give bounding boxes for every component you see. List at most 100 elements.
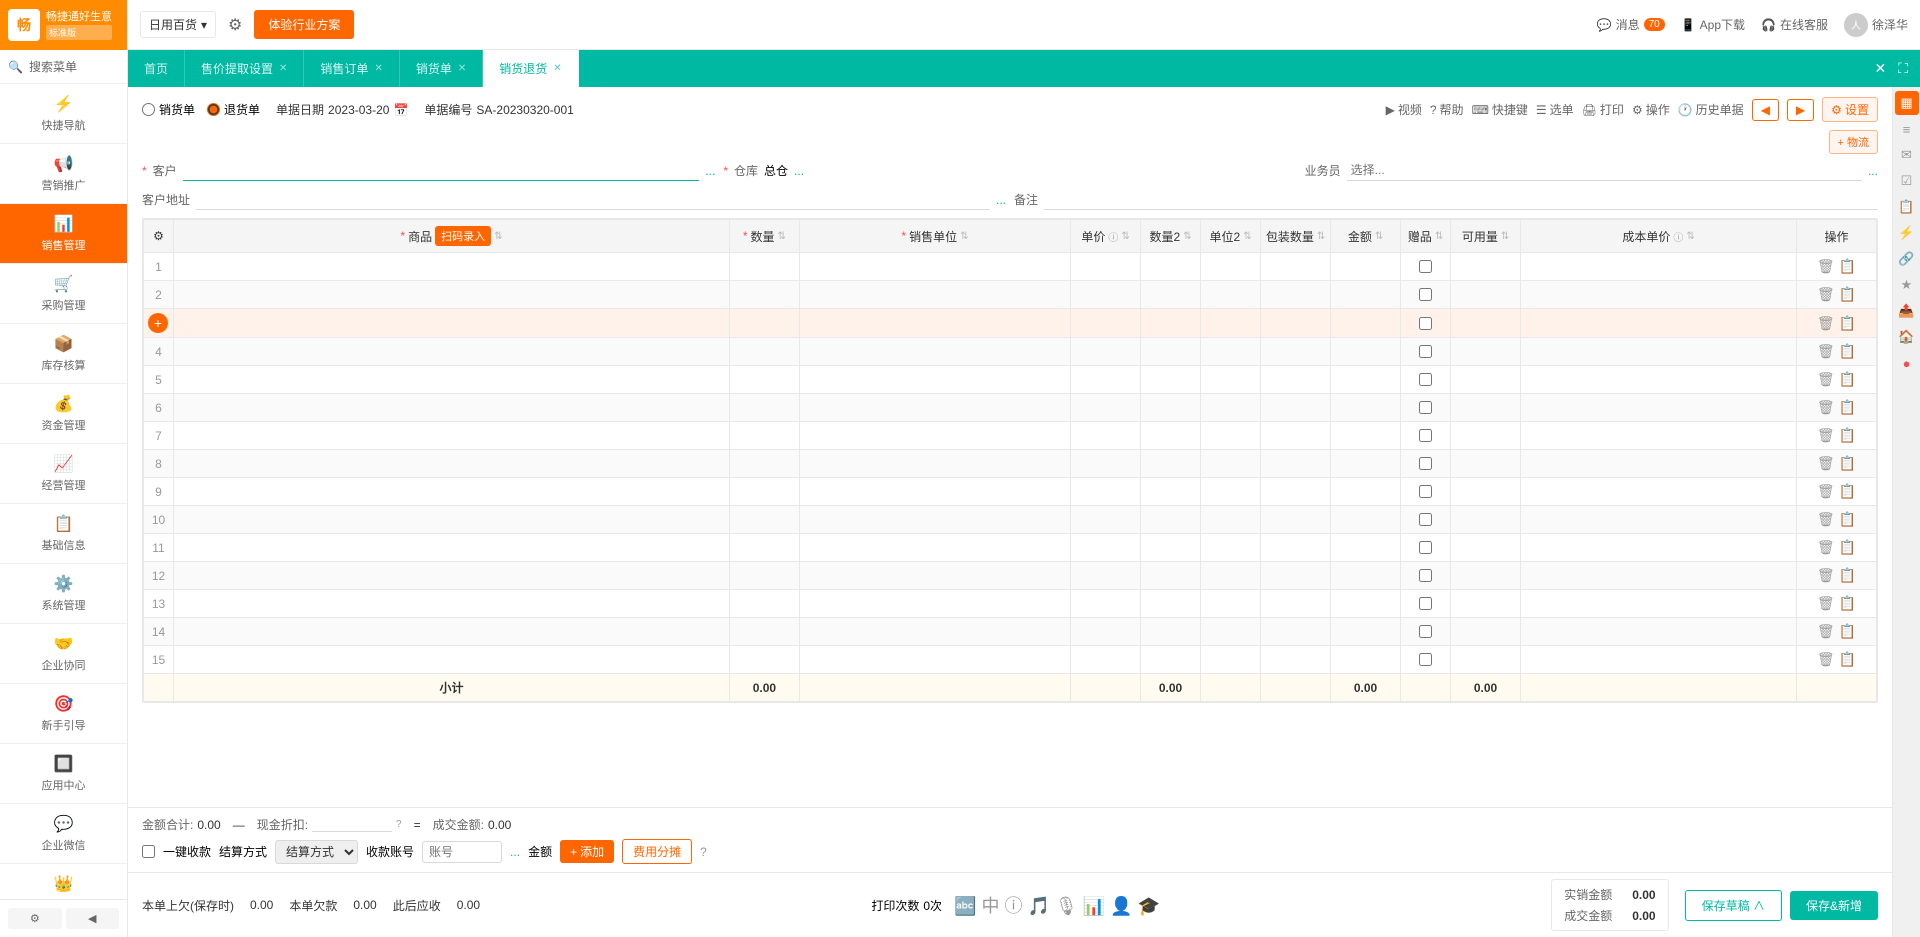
pkg-cell-active[interactable] xyxy=(1261,309,1331,338)
copy-btn-7[interactable]: 📋 xyxy=(1839,427,1856,444)
right-panel-home[interactable]: 🏠 xyxy=(1895,325,1919,349)
cost-cell-1[interactable] xyxy=(1521,253,1797,281)
delete-btn-active[interactable]: 🗑 xyxy=(1817,315,1835,332)
message-item[interactable]: 💬 消息 70 xyxy=(1597,16,1665,33)
product-cell-2[interactable] xyxy=(174,281,730,309)
radio-sale-input[interactable] xyxy=(142,103,155,116)
product-input-active[interactable] xyxy=(178,316,725,330)
right-panel-bolt[interactable]: ⚡ xyxy=(1895,221,1919,245)
sidebar-settings-btn[interactable]: ⚙ xyxy=(8,908,62,929)
app-download-item[interactable]: 📱 App下载 xyxy=(1681,16,1745,33)
radio-sale[interactable]: 销货单 xyxy=(142,101,195,118)
sidebar-item-member[interactable]: 👑 畅会员 xyxy=(0,864,127,899)
delete-btn-2[interactable]: 🗑 xyxy=(1817,286,1835,303)
right-panel-check[interactable]: ☑ xyxy=(1895,169,1919,193)
qty-cell-2[interactable] xyxy=(729,281,799,309)
radio-return-input[interactable] xyxy=(207,103,220,116)
save-draft-btn[interactable]: 保存草稿 ∧ xyxy=(1685,890,1782,921)
topbar-action-btn[interactable]: 体验行业方案 xyxy=(254,10,354,39)
gift-checkbox-6[interactable] xyxy=(1419,401,1432,414)
address-dots[interactable]: ... xyxy=(996,193,1006,207)
gift-checkbox-7[interactable] xyxy=(1419,429,1432,442)
sidebar-item-appstore[interactable]: 🔲 应用中心 xyxy=(0,744,127,804)
copy-btn-2[interactable]: 📋 xyxy=(1839,286,1856,303)
logistics-btn[interactable]: + 物流 xyxy=(1829,130,1878,154)
online-service-item[interactable]: 🎧 在线客服 xyxy=(1761,16,1828,33)
gift-checkbox-11[interactable] xyxy=(1419,541,1432,554)
tab-return-close[interactable]: ✕ xyxy=(553,63,561,74)
product-cell-1[interactable] xyxy=(174,253,730,281)
copy-btn-12[interactable]: 📋 xyxy=(1839,567,1856,584)
pkg-cell-1[interactable] xyxy=(1261,253,1331,281)
gift-checkbox-10[interactable] xyxy=(1419,513,1432,526)
unit-cell-active[interactable] xyxy=(799,309,1070,338)
sidebar-item-newbie[interactable]: 🎯 新手引导 xyxy=(0,684,127,744)
nav-next-btn[interactable]: ▶ xyxy=(1787,99,1814,121)
sidebar-item-finance[interactable]: 💰 资金管理 xyxy=(0,384,127,444)
right-panel-alert[interactable]: ● xyxy=(1895,351,1919,375)
copy-btn-10[interactable]: 📋 xyxy=(1839,511,1856,528)
right-panel-link[interactable]: 🔗 xyxy=(1895,247,1919,271)
sort-avail-icon[interactable]: ⇅ xyxy=(1501,231,1509,242)
right-panel-mail[interactable]: ✉ xyxy=(1895,143,1919,167)
sidebar-item-system[interactable]: ⚙️ 系统管理 xyxy=(0,564,127,624)
sidebar-item-search[interactable]: 🔍 搜索菜单 xyxy=(0,50,127,84)
unit-cell-1[interactable] xyxy=(799,253,1070,281)
th-settings[interactable]: ⚙ xyxy=(144,220,174,253)
sidebar-item-sales[interactable]: 📊 销售管理 xyxy=(0,204,127,264)
delete-btn-15[interactable]: 🗑 xyxy=(1817,651,1835,668)
delete-btn-14[interactable]: 🗑 xyxy=(1817,623,1835,640)
tab-sale[interactable]: 销货单 ✕ xyxy=(400,50,483,87)
staff-input[interactable] xyxy=(1347,160,1862,181)
copy-btn-6[interactable]: 📋 xyxy=(1839,399,1856,416)
qty2-cell-active[interactable] xyxy=(1141,309,1201,338)
tab-return[interactable]: 销货退货 ✕ xyxy=(483,50,578,87)
product-cell-active[interactable] xyxy=(174,309,730,338)
qty2-cell-1[interactable] xyxy=(1141,253,1201,281)
delete-btn-5[interactable]: 🗑 xyxy=(1817,371,1835,388)
qty-cell-1[interactable] xyxy=(729,253,799,281)
sidebar-item-marketing[interactable]: 📢 营销推广 xyxy=(0,144,127,204)
tab-price[interactable]: 售价提取设置 ✕ xyxy=(185,50,304,87)
save-new-btn[interactable]: 保存&新增 xyxy=(1790,891,1878,920)
staff-dots[interactable]: ... xyxy=(1868,164,1878,178)
header-help-btn[interactable]: ? 帮助 xyxy=(1430,101,1464,118)
price-cell-active[interactable] xyxy=(1071,309,1141,338)
sidebar-item-enterprise[interactable]: 🤝 企业协同 xyxy=(0,624,127,684)
copy-btn-14[interactable]: 📋 xyxy=(1839,623,1856,640)
qty-cell-active[interactable] xyxy=(729,309,799,338)
delete-btn-4[interactable]: 🗑 xyxy=(1817,343,1835,360)
tab-maximize-btn[interactable]: ⛶ xyxy=(1894,58,1912,79)
right-panel-doc[interactable]: 📋 xyxy=(1895,195,1919,219)
method-select[interactable]: 结算方式 xyxy=(275,840,358,864)
tab-price-close[interactable]: ✕ xyxy=(279,63,287,74)
one-click-checkbox[interactable] xyxy=(142,845,155,858)
tab-order-close[interactable]: ✕ xyxy=(374,63,382,74)
right-panel-grid1[interactable]: ▦ xyxy=(1895,91,1919,115)
delete-btn-1[interactable]: 🗑 xyxy=(1817,258,1835,275)
right-panel-star[interactable]: ★ xyxy=(1895,273,1919,297)
sort-qty-icon[interactable]: ⇅ xyxy=(778,231,786,242)
sort-price-icon[interactable]: ⇅ xyxy=(1121,231,1129,242)
header-shortcut-btn[interactable]: ⌨ 快捷键 xyxy=(1472,101,1528,118)
gift-checkbox-13[interactable] xyxy=(1419,597,1432,610)
sidebar-item-inventory[interactable]: 📦 库存核算 xyxy=(0,324,127,384)
tab-sale-close[interactable]: ✕ xyxy=(458,63,466,74)
user-item[interactable]: 人 徐泽华 xyxy=(1844,13,1908,37)
copy-btn-5[interactable]: 📋 xyxy=(1839,371,1856,388)
warehouse-dots[interactable]: ... xyxy=(794,164,804,178)
delete-btn-12[interactable]: 🗑 xyxy=(1817,567,1835,584)
remark-input[interactable] xyxy=(1044,189,1878,210)
avail-cell-1[interactable] xyxy=(1451,253,1521,281)
delete-btn-8[interactable]: 🗑 xyxy=(1817,455,1835,472)
add-row-cell[interactable]: + xyxy=(144,309,174,338)
copy-btn-active[interactable]: 📋 xyxy=(1839,315,1856,332)
sort-gift-icon[interactable]: ⇅ xyxy=(1435,231,1443,242)
pkg-cell-2[interactable] xyxy=(1261,281,1331,309)
gift-checkbox-1[interactable] xyxy=(1419,260,1432,273)
gift-checkbox-4[interactable] xyxy=(1419,345,1432,358)
qty2-cell-2[interactable] xyxy=(1141,281,1201,309)
copy-btn-11[interactable]: 📋 xyxy=(1839,539,1856,556)
customer-input[interactable] xyxy=(183,160,700,181)
copy-btn-1[interactable]: 📋 xyxy=(1839,258,1856,275)
